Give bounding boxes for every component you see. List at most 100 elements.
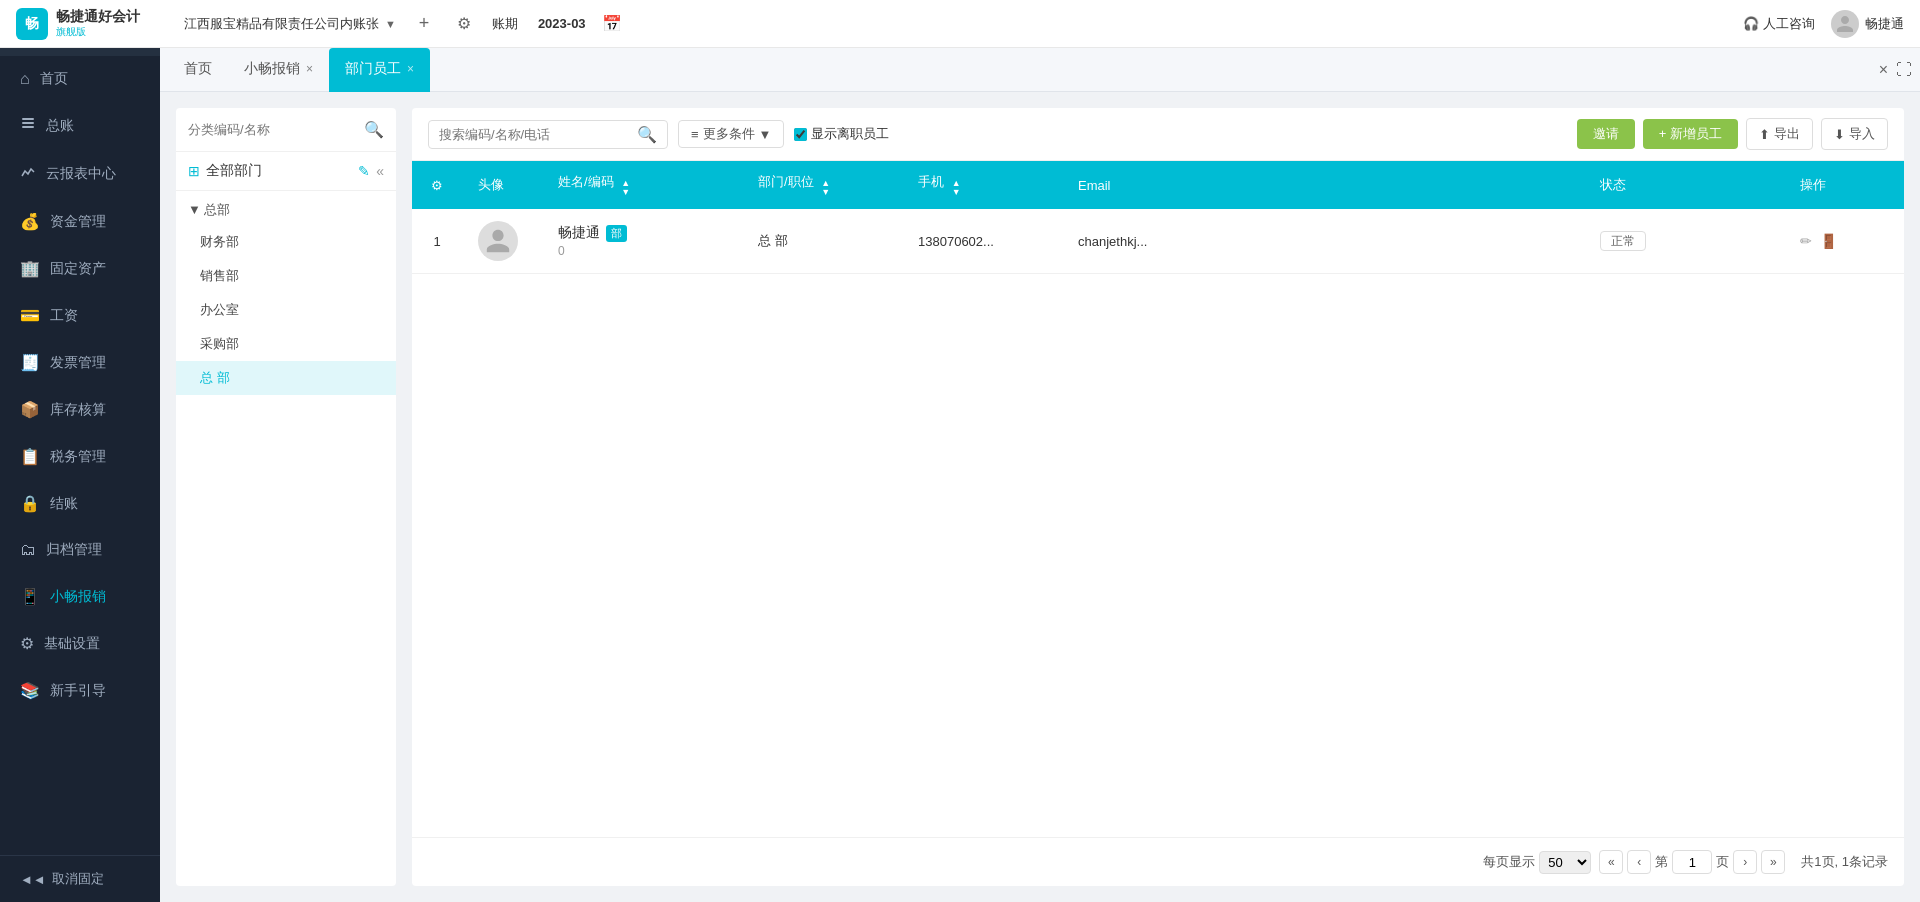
edit-button[interactable]: ✏ <box>1800 233 1812 249</box>
sidebar-item-settings[interactable]: ⚙ 基础设置 <box>0 620 160 667</box>
dept-collapse-icon[interactable]: « <box>376 163 384 179</box>
row-index: 1 <box>412 209 462 274</box>
emp-search-input[interactable] <box>439 127 631 142</box>
sidebar: ⌂ 首页 总账 云报表中心 💰 资金管理 🏢 固定资产 💳 工资 <box>0 48 160 902</box>
page-suffix: 页 <box>1716 853 1729 871</box>
sidebar-item-archive[interactable]: 🗂 归档管理 <box>0 527 160 573</box>
logout-button[interactable]: 🚪 <box>1820 233 1837 249</box>
page-size-selector: 每页显示 10 20 50 100 <box>1483 851 1591 874</box>
sidebar-item-home[interactable]: ⌂ 首页 <box>0 56 160 102</box>
sidebar-item-reports[interactable]: 云报表中心 <box>0 150 160 198</box>
inventory-icon: 📦 <box>20 400 40 419</box>
emp-code-text: 0 <box>558 244 726 258</box>
phone-sort-icon[interactable]: ▲▼ <box>952 179 961 197</box>
user-area[interactable]: 畅捷通 <box>1831 10 1904 38</box>
invite-button[interactable]: 邀请 <box>1577 119 1635 149</box>
sidebar-item-ledger[interactable]: 总账 <box>0 102 160 150</box>
ledger-icon <box>20 116 36 136</box>
pin-icon: ◄◄ <box>20 872 46 887</box>
tab-home[interactable]: 首页 <box>168 48 228 92</box>
tab-expense-close[interactable]: × <box>306 62 313 76</box>
expand-tab-icon[interactable]: ⛶ <box>1896 61 1912 79</box>
sidebar-label-expense: 小畅报销 <box>50 588 106 606</box>
period-value: 2023-03 <box>538 16 586 31</box>
row-dept-cell: 总 部 <box>742 209 902 274</box>
sidebar-item-assets[interactable]: 🏢 固定资产 <box>0 245 160 292</box>
svg-rect-1 <box>22 122 34 124</box>
last-page-button[interactable]: » <box>1761 850 1785 874</box>
dept-node-caigou[interactable]: 采购部 <box>176 327 396 361</box>
sidebar-item-closing[interactable]: 🔒 结账 <box>0 480 160 527</box>
sidebar-item-tax[interactable]: 📋 税务管理 <box>0 433 160 480</box>
page-input[interactable] <box>1672 850 1712 874</box>
sidebar-item-funds[interactable]: 💰 资金管理 <box>0 198 160 245</box>
name-sort-icon[interactable]: ▲▼ <box>621 179 630 197</box>
guide-icon: 📚 <box>20 681 40 700</box>
pagination: « ‹ 第 页 › » <box>1599 850 1785 874</box>
dept-search-icon[interactable]: 🔍 <box>364 120 384 139</box>
toolbar-right: 邀请 + 新增员工 ⬆ 导出 ⬇ 导入 <box>1577 118 1888 150</box>
dept-node-caiwu[interactable]: 财务部 <box>176 225 396 259</box>
sidebar-label-reports: 云报表中心 <box>46 165 116 183</box>
show-resigned-checkbox[interactable]: 显示离职员工 <box>794 125 889 143</box>
dept-search-input[interactable] <box>188 122 358 137</box>
sidebar-item-guide[interactable]: 📚 新手引导 <box>0 667 160 714</box>
all-dept-label: 全部部门 <box>206 162 262 180</box>
col-email: Email <box>1062 161 1584 209</box>
dept-tree: ▼ 总部 财务部 销售部 办公室 采购部 总 部 <box>176 191 396 886</box>
svg-rect-2 <box>22 126 34 128</box>
tab-expense[interactable]: 小畅报销 × <box>228 48 329 92</box>
row-status-cell: 正常 <box>1584 209 1784 274</box>
company-selector[interactable]: 江西服宝精品有限责任公司内账张 ▼ <box>184 15 396 33</box>
export-button[interactable]: ⬆ 导出 <box>1746 118 1813 150</box>
sidebar-item-salary[interactable]: 💳 工资 <box>0 292 160 339</box>
import-button[interactable]: ⬇ 导入 <box>1821 118 1888 150</box>
support-button[interactable]: 🎧 人工咨询 <box>1743 15 1815 33</box>
more-filters-button[interactable]: ≡ 更多条件 ▼ <box>678 120 784 148</box>
first-page-button[interactable]: « <box>1599 850 1623 874</box>
col-avatar: 头像 <box>462 161 542 209</box>
add-tab-button[interactable]: + <box>412 12 436 36</box>
home-icon: ⌂ <box>20 70 30 88</box>
main-layout: ⌂ 首页 总账 云报表中心 💰 资金管理 🏢 固定资产 💳 工资 <box>0 48 1920 902</box>
col-name[interactable]: 姓名/编码 ▲▼ <box>542 161 742 209</box>
tab-dept-close[interactable]: × <box>407 62 414 76</box>
sidebar-item-expense[interactable]: 📱 小畅报销 <box>0 573 160 620</box>
tab-dept-emp[interactable]: 部门员工 × <box>329 48 430 92</box>
logo-icon: 畅 <box>16 8 48 40</box>
prev-page-button[interactable]: ‹ <box>1627 850 1651 874</box>
pin-toggle[interactable]: ◄◄ 取消固定 <box>0 855 160 902</box>
dept-grid-icon: ⊞ <box>188 163 200 179</box>
tree-expand-icon[interactable]: ▼ <box>188 202 201 217</box>
close-tab-icon[interactable]: × <box>1879 61 1888 79</box>
employee-table: ⚙ 头像 姓名/编码 ▲▼ 部门/职位 ▲▼ <box>412 161 1904 837</box>
tab-home-label: 首页 <box>184 60 212 78</box>
sidebar-label-ledger: 总账 <box>46 117 74 135</box>
expense-icon: 📱 <box>20 587 40 606</box>
sidebar-label-closing: 结账 <box>50 495 78 513</box>
col-dept[interactable]: 部门/职位 ▲▼ <box>742 161 902 209</box>
tab-dept-label: 部门员工 <box>345 60 401 78</box>
calendar-icon[interactable]: 📅 <box>602 14 622 33</box>
page-size-select[interactable]: 10 20 50 100 <box>1539 851 1591 874</box>
sidebar-label-funds: 资金管理 <box>50 213 106 231</box>
dept-sort-icon[interactable]: ▲▼ <box>821 179 830 197</box>
col-actions: 操作 <box>1784 161 1904 209</box>
show-resigned-input[interactable] <box>794 128 807 141</box>
dept-node-xiaoshou[interactable]: 销售部 <box>176 259 396 293</box>
dept-node-zongbu-sub[interactable]: 总 部 <box>176 361 396 395</box>
sidebar-label-archive: 归档管理 <box>46 541 102 559</box>
add-employee-button[interactable]: + 新增员工 <box>1643 119 1738 149</box>
next-page-button[interactable]: › <box>1733 850 1757 874</box>
dept-edit-button[interactable]: ✎ <box>358 163 370 179</box>
reports-icon <box>20 164 36 184</box>
sidebar-label-assets: 固定资产 <box>50 260 106 278</box>
sidebar-item-inventory[interactable]: 📦 库存核算 <box>0 386 160 433</box>
sidebar-item-invoice[interactable]: 🧾 发票管理 <box>0 339 160 386</box>
col-phone[interactable]: 手机 ▲▼ <box>902 161 1062 209</box>
dept-node-bangong[interactable]: 办公室 <box>176 293 396 327</box>
row-name-cell: 畅捷通 部 0 <box>542 209 742 274</box>
settings-icon[interactable]: ⚙ <box>452 12 476 36</box>
emp-search-icon[interactable]: 🔍 <box>637 125 657 144</box>
sidebar-label-tax: 税务管理 <box>50 448 106 466</box>
